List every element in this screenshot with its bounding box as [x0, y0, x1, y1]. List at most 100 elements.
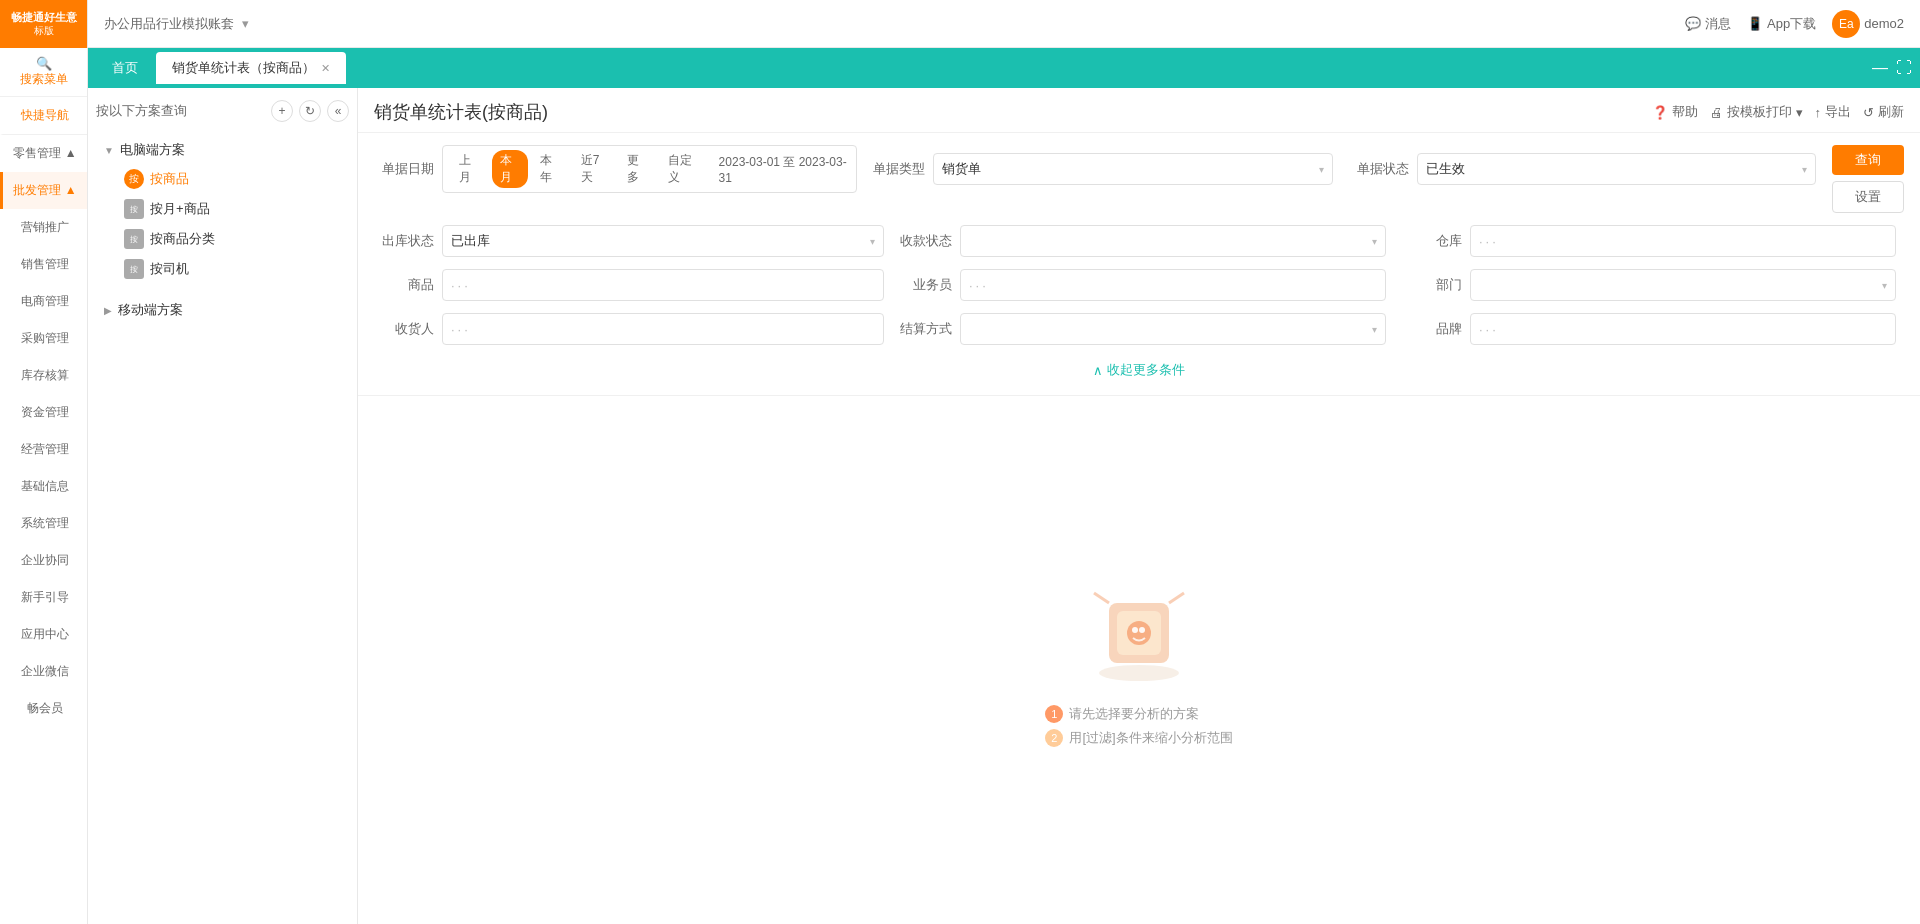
tree-child-by-product[interactable]: 按 按商品	[116, 164, 349, 194]
sidebar-item-ecommerce[interactable]: 电商管理	[0, 283, 87, 320]
sidebar-item-apps[interactable]: 应用中心	[0, 616, 87, 653]
filter-receipt-status: 收款状态 ▾	[884, 225, 1394, 257]
export-label: 导出	[1825, 103, 1851, 121]
doc-type-control[interactable]: 销货单 ▾	[933, 153, 1332, 185]
tree-desktop-label[interactable]: ▼ 电脑端方案	[96, 136, 349, 164]
header-message[interactable]: 💬 消息	[1685, 15, 1731, 33]
date-tag-this-year[interactable]: 本年	[532, 150, 569, 188]
tree-child-by-cashier[interactable]: 按 按司机	[116, 254, 349, 284]
refresh-btn[interactable]: ↺ 刷新	[1863, 103, 1904, 121]
tree-mobile-label[interactable]: ▶ 移动端方案	[96, 296, 349, 324]
warehouse-value: ···	[1479, 234, 1887, 249]
date-tag-this-month[interactable]: 本月	[492, 150, 529, 188]
svg-line-6	[1094, 593, 1109, 603]
date-tag-custom[interactable]: 自定义	[660, 150, 707, 188]
consignee-value: ···	[451, 322, 875, 337]
collapse-btn[interactable]: ∧ 收起更多条件	[374, 353, 1904, 383]
sidebar-item-basic[interactable]: 基础信息	[0, 468, 87, 505]
panel-refresh-btn[interactable]: ↻	[299, 100, 321, 122]
panel-add-btn[interactable]: +	[271, 100, 293, 122]
sidebar-item-wechat[interactable]: 企业微信	[0, 653, 87, 690]
filter-out-status: 出库状态 已出库 ▾	[374, 225, 884, 257]
date-tag-7-days[interactable]: 近7天	[573, 150, 615, 188]
receipt-status-control[interactable]: ▾	[960, 225, 1386, 257]
collapse-arrow-icon: ∧	[1093, 363, 1103, 378]
logo-text: 畅捷通好生意	[11, 11, 77, 24]
tree-child-by-month-product[interactable]: 按 按月+商品	[116, 194, 349, 224]
settings-btn[interactable]: 设置	[1832, 181, 1904, 213]
print-btn[interactable]: 🖨 按模板打印 ▾	[1710, 103, 1803, 121]
tab-close-icon[interactable]: ✕	[321, 62, 330, 75]
product-control[interactable]: ···	[442, 269, 884, 301]
sidebar-item-member[interactable]: 畅会员	[0, 690, 87, 727]
tip-num-1: 1	[1045, 705, 1063, 723]
sidebar-item-sales[interactable]: 销售管理	[0, 246, 87, 283]
header-app-download[interactable]: 📱 App下载	[1747, 15, 1816, 33]
app-download-label: App下载	[1767, 15, 1816, 33]
collapse-label: 收起更多条件	[1107, 361, 1185, 379]
query-btn[interactable]: 查询	[1832, 145, 1904, 175]
filter-warehouse: 仓库 ···	[1394, 225, 1904, 257]
tab-maximize-icon[interactable]: ⛶	[1896, 59, 1912, 77]
doc-status-label: 单据状态	[1349, 160, 1409, 178]
out-status-label: 出库状态	[374, 232, 434, 250]
by-cashier-label: 按司机	[150, 260, 189, 278]
panel-collapse-btn[interactable]: «	[327, 100, 349, 122]
date-tag-more[interactable]: 更多	[619, 150, 656, 188]
out-status-control[interactable]: 已出库 ▾	[442, 225, 884, 257]
tree-child-by-category[interactable]: 按 按商品分类	[116, 224, 349, 254]
date-label: 单据日期	[374, 160, 434, 178]
warehouse-control[interactable]: ···	[1470, 225, 1896, 257]
tab-home[interactable]: 首页	[96, 52, 154, 84]
date-tag-last-month[interactable]: 上月	[451, 150, 488, 188]
sidebar-quick-nav[interactable]: 快捷导航	[0, 97, 87, 135]
tab-minimize-icon[interactable]: —	[1872, 59, 1888, 77]
sidebar-menu: 零售管理 ▲ 批发管理 ▲ 营销推广 销售管理 电商管理 采购管理 库存核算 资…	[0, 135, 87, 924]
consignee-control[interactable]: ···	[442, 313, 884, 345]
filter-area: 单据日期 上月 本月 本年 近7天 更多 自定义 20	[358, 133, 1920, 396]
right-panel: 销货单统计表(按商品) ❓ 帮助 🖨 按模板打印 ▾ ↑ 导出	[358, 88, 1920, 924]
sidebar-item-newbie[interactable]: 新手引导	[0, 579, 87, 616]
header-user[interactable]: Ea demo2	[1832, 10, 1904, 38]
export-btn[interactable]: ↑ 导出	[1815, 103, 1852, 121]
tip-text-2: 用[过滤]条件来缩小分析范围	[1069, 729, 1232, 747]
brand-control[interactable]: ···	[1470, 313, 1896, 345]
sidebar-item-system[interactable]: 系统管理	[0, 505, 87, 542]
sidebar-item-operation[interactable]: 经营管理	[0, 431, 87, 468]
logo-subtext: 标版	[34, 25, 54, 37]
refresh-label: 刷新	[1878, 103, 1904, 121]
payment-control[interactable]: ▾	[960, 313, 1386, 345]
sidebar-item-purchase[interactable]: 采购管理	[0, 320, 87, 357]
filter-salesman: 业务员 ···	[884, 269, 1394, 301]
filter-consignee: 收货人 ···	[374, 313, 884, 345]
operation-label: 经营管理	[21, 441, 69, 458]
filter-brand: 品牌 ···	[1394, 313, 1904, 345]
left-panel: 按以下方案查询 + ↻ « ▼ 电脑端方案 按 按商品	[88, 88, 358, 924]
tab-sales-stat[interactable]: 销货单统计表（按商品） ✕	[156, 52, 346, 84]
panel-title: 按以下方案查询	[96, 102, 187, 120]
app-download-icon: 📱	[1747, 16, 1763, 31]
help-btn[interactable]: ❓ 帮助	[1652, 103, 1698, 121]
department-control[interactable]: ▾	[1470, 269, 1896, 301]
doc-type-arrow-icon: ▾	[1319, 164, 1324, 175]
tab-home-label: 首页	[112, 59, 138, 77]
consignee-label: 收货人	[374, 320, 434, 338]
brand-label: 品牌	[1402, 320, 1462, 338]
purchase-label: 采购管理	[21, 330, 69, 347]
enterprise-label: 企业协同	[21, 552, 69, 569]
sidebar-item-inventory[interactable]: 库存核算	[0, 357, 87, 394]
filter-doc-type: 单据类型 销货单 ▾	[857, 153, 1340, 185]
sidebar-item-marketing[interactable]: 营销推广	[0, 209, 87, 246]
sidebar-item-retail[interactable]: 零售管理 ▲	[0, 135, 87, 172]
doc-status-control[interactable]: 已生效 ▾	[1417, 153, 1816, 185]
sidebar-item-finance[interactable]: 资金管理	[0, 394, 87, 431]
by-cashier-icon: 按	[124, 259, 144, 279]
sidebar-item-enterprise[interactable]: 企业协同	[0, 542, 87, 579]
sidebar-item-wholesale[interactable]: 批发管理 ▲	[0, 172, 87, 209]
workspace-dropdown-icon[interactable]: ▾	[242, 16, 249, 31]
date-range-value: 2023-03-01 至 2023-03-31	[719, 154, 849, 185]
out-status-value: 已出库	[451, 232, 864, 250]
salesman-control[interactable]: ···	[960, 269, 1386, 301]
sidebar-search[interactable]: 🔍 搜索菜单	[0, 48, 87, 97]
page-title: 销货单统计表(按商品)	[374, 100, 548, 124]
